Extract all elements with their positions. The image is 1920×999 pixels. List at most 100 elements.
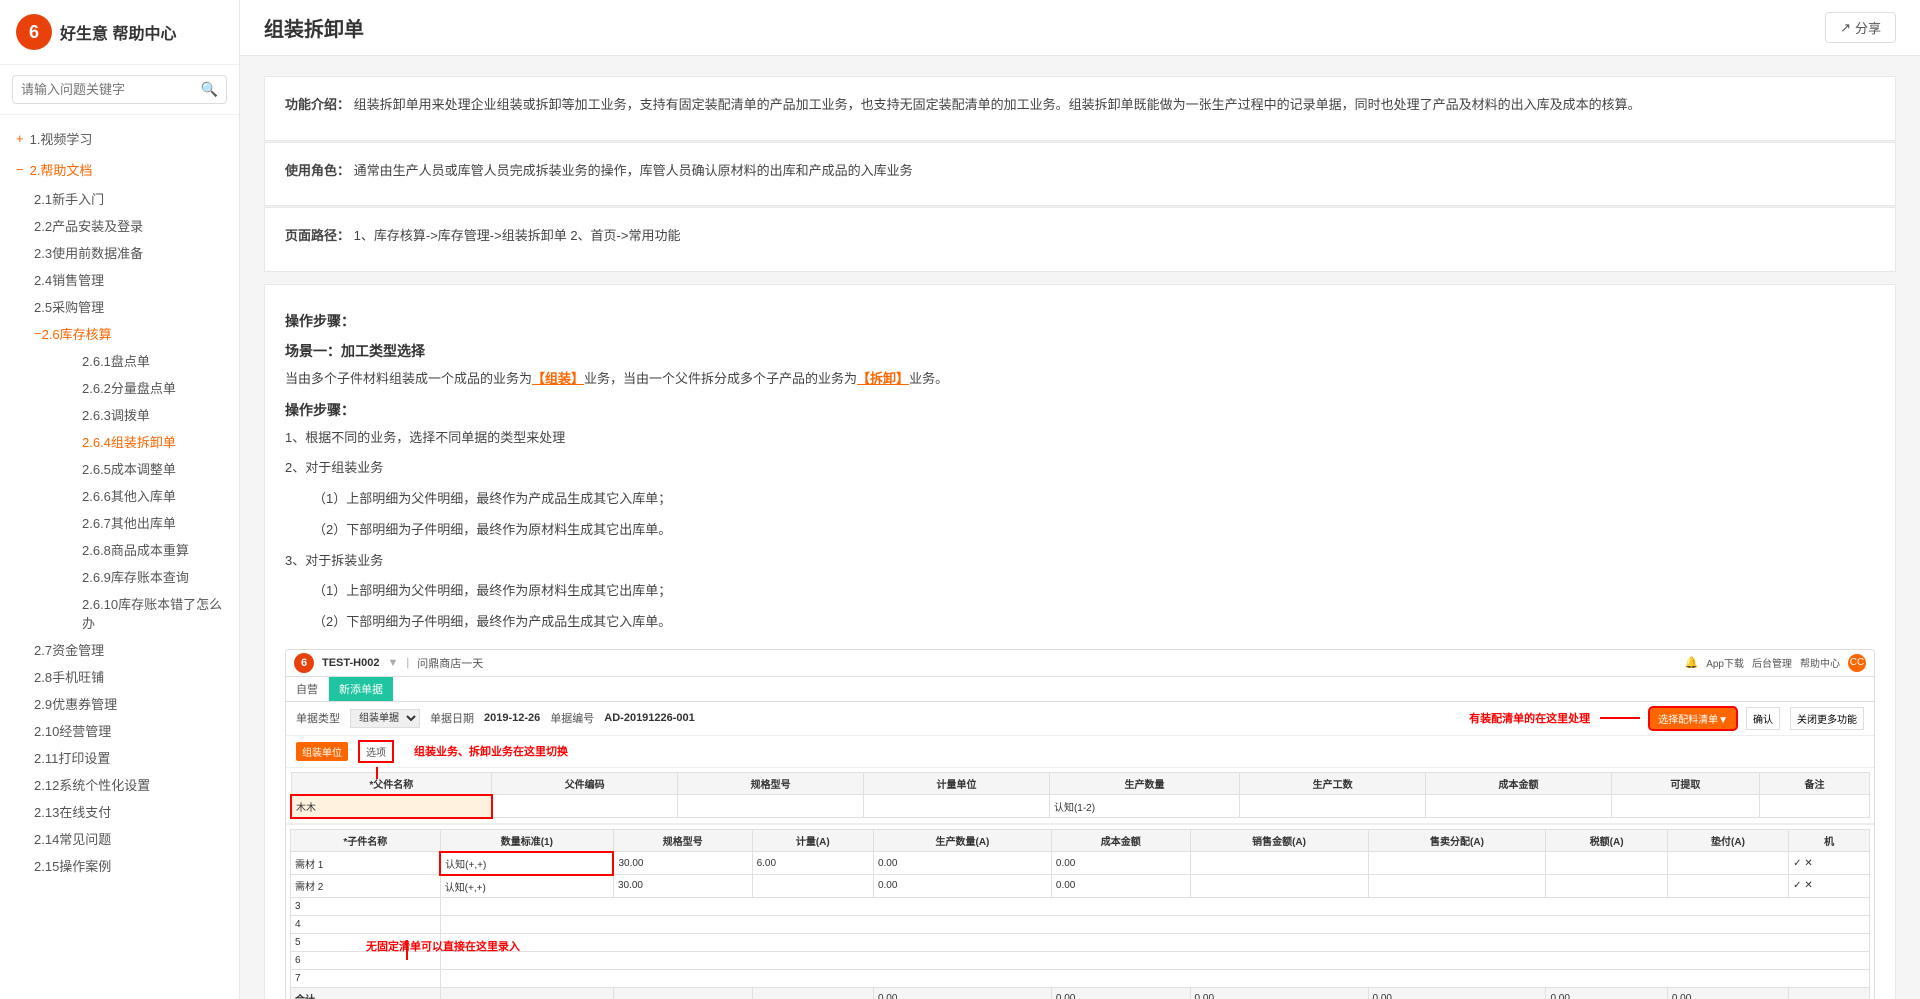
sidebar-item-stocktake[interactable]: 2.6.1盘点单 — [48, 347, 239, 374]
share-button[interactable]: ↗ 分享 — [1825, 12, 1896, 43]
ss-upper-th4: 计量单位 — [864, 772, 1050, 795]
sidebar-item-ledger[interactable]: 2.6.9库存账本查询 — [48, 563, 239, 590]
sidebar-item-costadj[interactable]: 2.6.5成本调整单 — [48, 455, 239, 482]
logo-text: 好生意 帮助中心 — [60, 20, 176, 44]
ss-apps: App下载 — [1706, 655, 1744, 670]
sidebar-item-assembly[interactable]: 2.6.4组装拆卸单 — [48, 428, 239, 455]
sidebar-item-custom[interactable]: 2.12系统个性化设置 — [0, 771, 239, 798]
ss-type-select[interactable]: 组装单据 — [350, 709, 420, 728]
logo-area: 6 好生意 帮助中心 — [0, 0, 239, 65]
ss-footer: 合计 0.00 0.00 0.00 0.00 0.00 0.00 — [291, 987, 1870, 999]
scenario1-title: 场景一：加工类型选择 — [285, 341, 1875, 361]
sidebar: 6 好生意 帮助中心 🔍 + 1.视频学习 − 2.帮助文档 2.1新手入门 2… — [0, 0, 240, 999]
sidebar-item-transfer[interactable]: 2.6.3调拨单 — [48, 401, 239, 428]
sidebar-item-cost-recalc[interactable]: 2.6.8商品成本重算 — [48, 536, 239, 563]
page-title: 组装拆卸单 — [264, 13, 364, 42]
logo-icon: 6 — [16, 14, 52, 50]
intro-label: 功能介绍： — [285, 97, 350, 112]
fake-screenshot: 6 TEST-H002 ▼ | 问鼎商店一天 🔔 App下载 后台管理 帮助中心… — [286, 650, 1874, 999]
ss-upper-th3: 规格型号 — [678, 772, 864, 795]
screenshot: 6 TEST-H002 ▼ | 问鼎商店一天 🔔 App下载 后台管理 帮助中心… — [285, 649, 1875, 999]
sidebar-item-docs[interactable]: − 2.帮助文档 — [0, 154, 239, 185]
path-label: 页面路径： — [285, 228, 350, 243]
ss-date-label2: 单据日期 — [430, 710, 474, 726]
ss-lower-row2: 需材 2 认知(+,+) 30.00 0.00 0.00 — [291, 875, 1870, 898]
sidebar-item-video[interactable]: + 1.视频学习 — [0, 123, 239, 154]
ss-arrow2 — [376, 767, 378, 779]
ss-admin: 后台管理 — [1752, 655, 1792, 670]
ss-help: 帮助中心 — [1800, 655, 1840, 670]
sidebar-item-other-in[interactable]: 2.6.6其他入库单 — [48, 482, 239, 509]
sidebar-item-install[interactable]: 2.2产品安装及登录 — [0, 212, 239, 239]
ss-date-label: 单据类型 — [296, 710, 340, 726]
sidebar-item-sales[interactable]: 2.4销售管理 — [0, 266, 239, 293]
ss-bell: 🔔 — [1685, 656, 1699, 669]
ss-arrow1 — [1600, 717, 1640, 719]
sidebar-item-print[interactable]: 2.11打印设置 — [0, 744, 239, 771]
steps-sub-label: 操作步骤： — [285, 400, 1875, 420]
collapse-icon: − — [16, 162, 24, 177]
sidebar-item-purchase[interactable]: 2.5采购管理 — [0, 293, 239, 320]
ss-upper-th5: 生产数量 — [1049, 772, 1239, 795]
step2-2: （2）下部明细为子件明细，最终作为原材料生成其它出库单。 — [285, 518, 1875, 543]
search-box: 🔍 — [12, 75, 227, 104]
ss-lower-row1: 需材 1 认知(+,+) 30.00 6.00 0.00 0.00 — [291, 852, 1870, 875]
search-input[interactable] — [21, 82, 201, 97]
ss-upper-row1: 木木 认知(1-2) 启用处理 — [291, 795, 1870, 818]
ss-lower-row5: 5 — [291, 933, 1870, 951]
ss-store-sep: | — [406, 657, 409, 669]
topbar: 组装拆卸单 ↗ 分享 — [240, 0, 1920, 56]
sidebar-item-dataprep[interactable]: 2.3使用前数据准备 — [0, 239, 239, 266]
steps-title: 操作步骤： — [285, 311, 1875, 331]
sidebar-item-faq[interactable]: 2.14常见问题 — [0, 825, 239, 852]
ss-logo: 6 — [294, 653, 314, 673]
ss-user: CC — [1848, 654, 1866, 672]
ss-btn-more[interactable]: 关闭更多功能 — [1790, 707, 1864, 730]
ss-upper-th2: 父件编码 — [492, 772, 678, 795]
sidebar-item-newuser[interactable]: 2.1新手入门 — [0, 185, 239, 212]
step1: 1、根据不同的业务，选择不同单据的类型来处理 — [285, 426, 1875, 451]
sidebar-item-coupon[interactable]: 2.9优惠券管理 — [0, 690, 239, 717]
ss-lower-row7: 7 — [291, 969, 1870, 987]
scenario1-desc: 当由多个子件材料组装成一个成品的业务为【组装】业务，当由一个父件拆分成多个子产品… — [285, 367, 1875, 392]
step3-1: （1）上部明细为父件明细，最终作为原材料生成其它出库单； — [285, 579, 1875, 604]
step3: 3、对于拆装业务 — [285, 549, 1875, 574]
sidebar-item-ledger-fix[interactable]: 2.6.10库存账本错了怎么办 — [48, 590, 239, 636]
step2: 2、对于组装业务 — [285, 456, 1875, 481]
ss-cell-name: 木木 — [291, 795, 492, 818]
sidebar-item-ops[interactable]: 2.10经营管理 — [0, 717, 239, 744]
sidebar-item-inventory[interactable]: − 2.6库存核算 — [0, 320, 239, 347]
ss-arrow4 — [406, 940, 408, 960]
sidebar-item-other-out[interactable]: 2.6.7其他出库单 — [48, 509, 239, 536]
ss-type-input: 选项 — [358, 740, 394, 763]
role-text: 使用角色： 通常由生产人员或库管人员完成拆装业务的操作，库管人员确认原材料的出库… — [285, 159, 1875, 184]
ss-tab-new[interactable]: 新添单据 — [329, 677, 393, 701]
expand-icon: + — [16, 131, 24, 146]
intro-block: 功能介绍： 组装拆卸单用来处理企业组装或拆卸等加工业务，支持有固定装配清单的产品… — [264, 76, 1896, 141]
ss-upper-th6: 生产工数 — [1240, 772, 1426, 795]
ss-btn-bom[interactable]: 选择配料清单▼ — [1650, 708, 1736, 729]
path-text: 页面路径： 1、库存核算->库存管理->组装拆卸单 2、首页->常用功能 — [285, 224, 1875, 249]
ss-tab-own[interactable]: 自营 — [286, 677, 329, 701]
ss-date-value: 2019-12-26 — [484, 712, 540, 724]
step2-1: （1）上部明细为父件明细，最终作为产成品生成其它入库单； — [285, 487, 1875, 512]
sidebar-item-subtake[interactable]: 2.6.2分量盘点单 — [48, 374, 239, 401]
sidebar-item-funds[interactable]: 2.7资金管理 — [0, 636, 239, 663]
sidebar-item-cases[interactable]: 2.15操作案例 — [0, 852, 239, 879]
ss-upper-th7: 成本金额 — [1426, 772, 1612, 795]
content-area: 功能介绍： 组装拆卸单用来处理企业组装或拆卸等加工业务，支持有固定装配清单的产品… — [240, 56, 1920, 999]
sidebar-item-payment[interactable]: 2.13在线支付 — [0, 798, 239, 825]
ss-store: 问鼎商店一天 — [417, 655, 483, 671]
ss-annotation4: 无固定清单可以直接在这里录入 — [366, 938, 520, 954]
ss-upper-th8: 可提取 — [1611, 772, 1759, 795]
ss-btn-confirm[interactable]: 确认 — [1746, 707, 1780, 730]
search-icon[interactable]: 🔍 — [201, 81, 218, 98]
ss-upper-th1: *父件名称 — [291, 772, 492, 795]
ss-annotation1: 有装配清单的在这里处理 — [1469, 710, 1590, 726]
sidebar-item-mobile[interactable]: 2.8手机旺铺 — [0, 663, 239, 690]
intro-text: 功能介绍： 组装拆卸单用来处理企业组装或拆卸等加工业务，支持有固定装配清单的产品… — [285, 93, 1875, 118]
share-icon: ↗ — [1840, 20, 1851, 36]
ss-upper-th9: 备注 — [1759, 772, 1869, 795]
nav-tree: + 1.视频学习 − 2.帮助文档 2.1新手入门 2.2产品安装及登录 2.3… — [0, 115, 239, 999]
ss-type-badge: 组装单位 — [296, 742, 348, 761]
